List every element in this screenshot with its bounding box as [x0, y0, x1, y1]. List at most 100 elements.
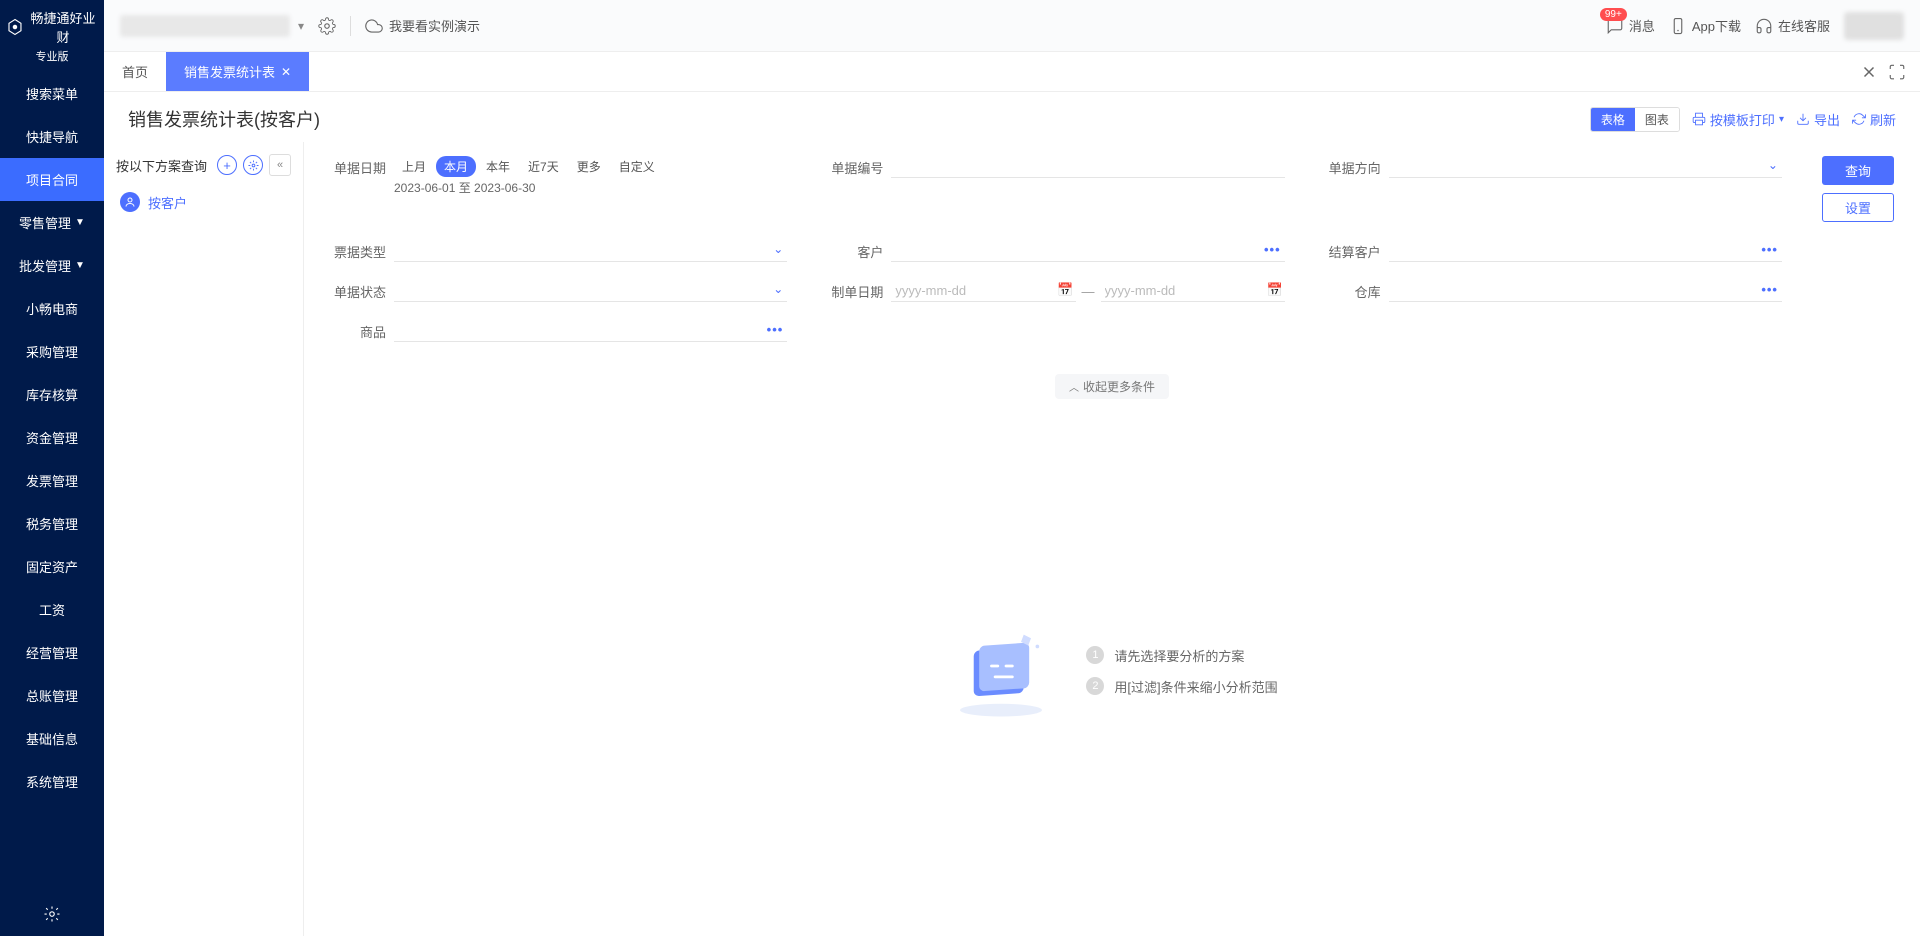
warehouse-select[interactable] [1389, 280, 1782, 302]
chevron-up-icon: ︿ [1069, 379, 1079, 394]
print-template-button[interactable]: 按模板打印 ▾ [1692, 110, 1784, 129]
add-scheme-button[interactable]: + [217, 155, 237, 175]
product-select[interactable] [394, 320, 787, 342]
ticket-type-select[interactable] [394, 240, 787, 262]
doc-status-label: 单据状态 [330, 280, 394, 301]
settings-gear-icon[interactable] [43, 905, 61, 923]
sidebar-item-9[interactable]: 发票管理 [0, 459, 104, 502]
sidebar-item-8[interactable]: 资金管理 [0, 416, 104, 459]
messages-label: 消息 [1629, 16, 1655, 35]
app-download-button[interactable]: App下载 [1669, 16, 1741, 35]
sidebar-item-0[interactable]: 搜索菜单 [0, 72, 104, 115]
printer-icon [1692, 112, 1706, 126]
query-button[interactable]: 查询 [1822, 156, 1894, 185]
customer-select[interactable] [891, 240, 1284, 262]
settings-button[interactable]: 设置 [1822, 193, 1894, 222]
online-service-label: 在线客服 [1778, 16, 1830, 35]
sidebar-item-13[interactable]: 经营管理 [0, 631, 104, 674]
more-dots-icon[interactable]: ••• [1761, 282, 1778, 297]
sidebar-item-6[interactable]: 采购管理 [0, 330, 104, 373]
sidebar-item-10[interactable]: 税务管理 [0, 502, 104, 545]
cloud-icon [365, 17, 383, 35]
doc-status-select[interactable] [394, 280, 787, 302]
doc-direction-select[interactable] [1389, 156, 1782, 178]
collapse-panel-button[interactable]: « [269, 154, 291, 176]
refresh-label: 刷新 [1870, 110, 1896, 129]
create-date-label: 制单日期 [827, 280, 891, 301]
scheme-settings-button[interactable] [243, 155, 263, 175]
scheme-by-customer[interactable]: 按客户 [116, 186, 291, 218]
tenant-name-blurred [120, 15, 290, 37]
customer-label: 客户 [827, 240, 891, 261]
sidebar-item-label: 发票管理 [26, 471, 78, 490]
sidebar-item-14[interactable]: 总账管理 [0, 674, 104, 717]
chevron-down-icon: ▼ [75, 260, 85, 271]
demo-link[interactable]: 我要看实例演示 [365, 16, 480, 35]
filter-grid: 单据日期 上月 本月 本年 近7天 更多 自定义 [304, 142, 1920, 368]
gear-icon [248, 160, 259, 171]
more-dots-icon[interactable]: ••• [1264, 242, 1281, 257]
settle-customer-label: 结算客户 [1325, 240, 1389, 261]
sidebar-item-label: 项目合同 [26, 170, 78, 189]
app-download-label: App下载 [1692, 16, 1741, 35]
tabbar: 首页 销售发票统计表 ✕ [104, 52, 1920, 92]
user-avatar-blurred[interactable] [1844, 12, 1904, 40]
brand-icon [6, 17, 24, 37]
refresh-button[interactable]: 刷新 [1852, 110, 1896, 129]
ticket-type-label: 票据类型 [330, 240, 394, 261]
sidebar-item-16[interactable]: 系统管理 [0, 760, 104, 803]
tab-home[interactable]: 首页 [104, 52, 166, 91]
tab-close-icon[interactable]: ✕ [281, 65, 291, 79]
messages-badge: 99+ [1600, 8, 1627, 21]
sidebar-item-1[interactable]: 快捷导航 [0, 115, 104, 158]
sidebar-item-12[interactable]: 工资 [0, 588, 104, 631]
sidebar-item-label: 批发管理 [19, 256, 71, 275]
sidebar-item-4[interactable]: 批发管理 ▼ [0, 244, 104, 287]
more-dots-icon[interactable]: ••• [767, 322, 784, 337]
collapse-filters-button[interactable]: ︿ 收起更多条件 [1055, 374, 1169, 399]
view-chart-button[interactable]: 图表 [1635, 108, 1679, 131]
chip-custom[interactable]: 自定义 [611, 156, 663, 177]
sidebar-item-2[interactable]: 项目合同 [0, 158, 104, 201]
chip-last-month[interactable]: 上月 [394, 156, 434, 177]
doc-no-input[interactable] [891, 156, 1284, 178]
sidebar-item-label: 税务管理 [26, 514, 78, 533]
chip-this-year[interactable]: 本年 [478, 156, 518, 177]
chip-more[interactable]: 更多 [569, 156, 609, 177]
sidebar: 畅捷通好业财 专业版 搜索菜单快捷导航项目合同零售管理▼批发管理▼小畅电商采购管… [0, 0, 104, 936]
create-date-from[interactable] [891, 280, 1075, 302]
warehouse-label: 仓库 [1325, 280, 1389, 301]
tab-active-label: 销售发票统计表 [184, 62, 275, 81]
create-date-to[interactable] [1101, 280, 1285, 302]
more-dots-icon[interactable]: ••• [1761, 242, 1778, 257]
messages-button[interactable]: 99+ 消息 [1606, 16, 1655, 35]
date-range-text: 2023-06-01 至 2023-06-30 [394, 179, 787, 196]
date-dash: — [1082, 284, 1095, 299]
sidebar-item-label: 库存核算 [26, 385, 78, 404]
empty-illustration [946, 621, 1056, 721]
sidebar-item-7[interactable]: 库存核算 [0, 373, 104, 416]
product-label: 商品 [330, 320, 394, 341]
tab-sales-invoice-stats[interactable]: 销售发票统计表 ✕ [166, 52, 309, 91]
doc-direction-label: 单据方向 [1325, 156, 1389, 177]
topbar-gear-icon[interactable] [318, 17, 336, 35]
chevron-down-icon: ▼ [75, 217, 85, 228]
chip-this-month[interactable]: 本月 [436, 156, 476, 177]
export-button[interactable]: 导出 [1796, 110, 1840, 129]
fullscreen-icon[interactable] [1888, 63, 1906, 81]
view-table-button[interactable]: 表格 [1591, 108, 1635, 131]
demo-label: 我要看实例演示 [389, 16, 480, 35]
settle-customer-select[interactable] [1389, 240, 1782, 262]
sidebar-item-label: 零售管理 [19, 213, 71, 232]
sidebar-item-11[interactable]: 固定资产 [0, 545, 104, 588]
online-service-button[interactable]: 在线客服 [1755, 16, 1830, 35]
tenant-selector[interactable]: ▾ [120, 15, 304, 37]
sidebar-item-label: 固定资产 [26, 557, 78, 576]
export-icon [1796, 112, 1810, 126]
chip-last7[interactable]: 近7天 [520, 156, 567, 177]
step-1-text: 请先选择要分析的方案 [1114, 646, 1244, 665]
sidebar-item-15[interactable]: 基础信息 [0, 717, 104, 760]
sidebar-item-3[interactable]: 零售管理 ▼ [0, 201, 104, 244]
sidebar-item-5[interactable]: 小畅电商 [0, 287, 104, 330]
tabbar-close-icon[interactable] [1860, 63, 1878, 81]
